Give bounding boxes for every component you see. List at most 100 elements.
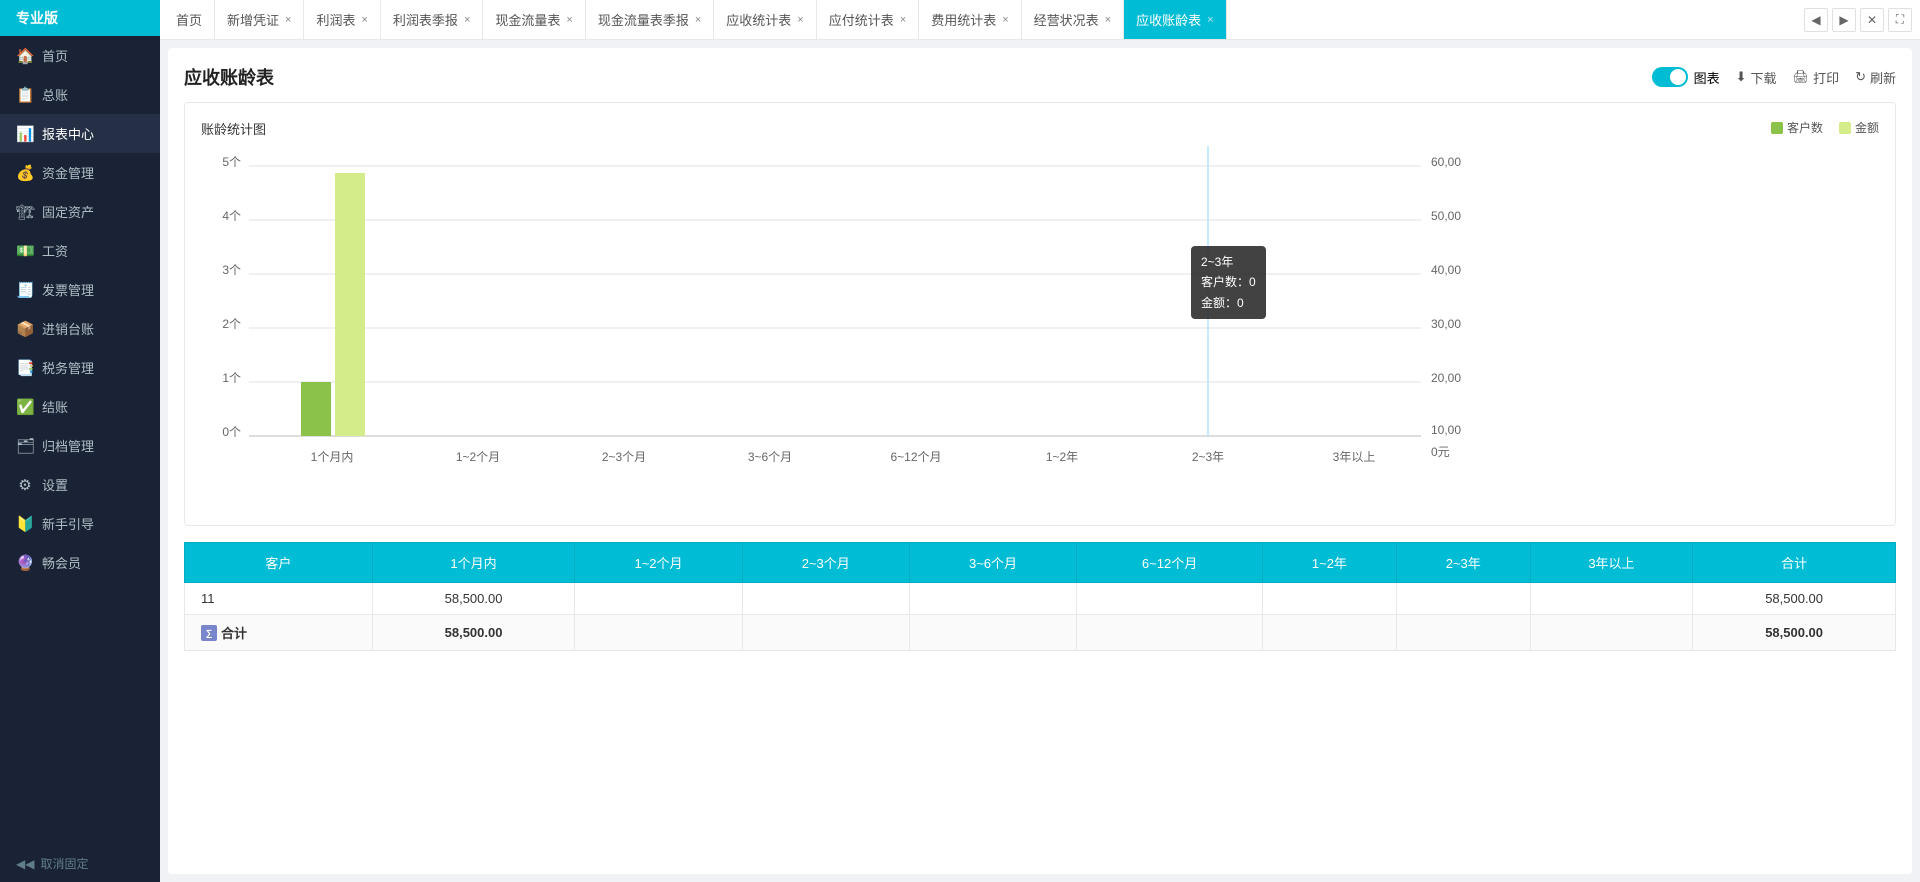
chart-toggle[interactable] [1652,67,1688,87]
tab-expand-button[interactable]: ⛶ [1888,8,1912,32]
close-tab-receivable-stat[interactable]: × [797,14,803,26]
close-tab-profit-quarter[interactable]: × [464,14,470,26]
cell-m612 [1077,583,1263,615]
salary-icon: 💵 [16,242,34,260]
sidebar-item-assets[interactable]: 🏗 固定资产 [0,192,160,231]
sidebar-item-report[interactable]: 📊 报表中心 [0,114,160,153]
tab-profit[interactable]: 利润表 × [304,0,380,40]
svg-text:1~2年: 1~2年 [1046,450,1078,464]
tab-receivable-aging[interactable]: 应收账龄表 × [1124,0,1226,40]
sidebar-item-home[interactable]: 🏠 首页 [0,36,160,75]
sidebar: 专业版 🏠 首页 📋 总账 📊 报表中心 💰 资金管理 🏗 固定资产 💵 工资 … [0,0,160,882]
fund-icon: 💰 [16,164,34,182]
sidebar-item-stock[interactable]: 📦 进销台账 [0,309,160,348]
close-tab-cashflow[interactable]: × [566,14,572,26]
tab-expense-stat[interactable]: 费用统计表 × [919,0,1021,40]
sidebar-item-settings[interactable]: ⚙ 设置 [0,465,160,504]
chart-toggle-switch[interactable]: 图表 [1652,67,1720,87]
sidebar-item-member[interactable]: 🔮 畅会员 [0,543,160,582]
guide-icon: 🔰 [16,515,34,533]
chart-title: 账龄统计图 [201,119,1879,138]
sidebar-item-archive[interactable]: 🗂 归档管理 [0,426,160,465]
tab-new-voucher[interactable]: 新增凭证 × [215,0,304,40]
tab-prev-button[interactable]: ◀ [1804,8,1828,32]
total-m23 [742,615,909,651]
svg-text:1个: 1个 [222,371,241,385]
refresh-icon: ↻ [1855,69,1866,85]
table-row: 11 58,500.00 58,500.00 [185,583,1896,615]
tab-payable-stat[interactable]: 应付统计表 × [817,0,919,40]
close-tab-cashflow-quarter[interactable]: × [695,14,701,26]
settings-icon: ⚙ [16,476,34,494]
svg-text:2个: 2个 [222,317,241,331]
table-header-row: 客户 1个月内 1~2个月 2~3个月 3~6个月 6~12个月 1~2年 2~… [185,543,1896,583]
sidebar-item-ledger[interactable]: 📋 总账 [0,75,160,114]
sidebar-item-invoice[interactable]: 🧾 发票管理 [0,270,160,309]
chart-legend: 客户数 金额 [1771,119,1879,136]
sidebar-item-label: 畅会员 [42,553,81,572]
sidebar-item-settle[interactable]: ✅ 结账 [0,387,160,426]
svg-text:60,000.00元: 60,000.00元 [1431,155,1461,169]
sidebar-item-guide[interactable]: 🔰 新手引导 [0,504,160,543]
tab-cashflow[interactable]: 现金流量表 × [483,0,585,40]
total-y12 [1263,615,1397,651]
tab-next-button[interactable]: ▶ [1832,8,1856,32]
settle-icon: ✅ [16,398,34,416]
legend-customer-label: 客户数 [1787,119,1823,136]
tab-controls: ◀ ▶ ✕ ⛶ [1800,8,1916,32]
svg-text:1个月内: 1个月内 [311,450,354,464]
close-tab-profit[interactable]: × [361,14,367,26]
close-tab-new-voucher[interactable]: × [285,14,291,26]
total-label: ∑ 合计 [201,623,362,642]
sidebar-item-tax[interactable]: 📑 税务管理 [0,348,160,387]
sidebar-item-label: 新手引导 [42,514,94,533]
svg-text:50,000.00元: 50,000.00元 [1431,209,1461,223]
sidebar-item-fund[interactable]: 💰 资金管理 [0,153,160,192]
close-tab-expense-stat[interactable]: × [1002,14,1008,26]
cell-y23 [1396,583,1530,615]
sidebar-item-label: 总账 [42,85,68,104]
sidebar-item-label: 归档管理 [42,436,94,455]
table-total-row: ∑ 合计 58,500.00 58,500.00 [185,615,1896,651]
tab-bar: 首页 新增凭证 × 利润表 × 利润表季报 × 现金流量表 × 现金流量表季报 … [160,0,1920,40]
total-label-cell: ∑ 合计 [185,615,373,651]
tab-home[interactable]: 首页 [164,0,215,40]
tab-profit-quarter[interactable]: 利润表季报 × [381,0,483,40]
legend-amount-label: 金额 [1855,119,1879,136]
chart-toggle-label: 图表 [1694,68,1720,87]
download-button[interactable]: ⬇ 下载 [1736,68,1777,87]
cell-m36 [909,583,1076,615]
cell-y12 [1263,583,1397,615]
page-title: 应收账龄表 [184,64,274,90]
bar-amount-0 [335,173,365,436]
refresh-button[interactable]: ↻ 刷新 [1855,68,1896,87]
svg-text:30,000.00元: 30,000.00元 [1431,317,1461,331]
total-text: 合计 [221,623,247,642]
data-table: 客户 1个月内 1~2个月 2~3个月 3~6个月 6~12个月 1~2年 2~… [184,542,1896,651]
total-m612 [1077,615,1263,651]
total-total: 58,500.00 [1693,615,1896,651]
unpin-icon: ◀◀ [16,857,34,871]
tab-close-all-button[interactable]: ✕ [1860,8,1884,32]
svg-text:2~3个月: 2~3个月 [602,450,646,464]
cell-customer: 11 [185,583,373,615]
unpin-button[interactable]: ◀◀ 取消固定 [0,845,160,882]
page-header: 应收账龄表 图表 ⬇ 下载 🖨 打印 ↻ 刷新 [184,64,1896,90]
svg-text:0个: 0个 [222,425,241,439]
app-logo: 专业版 [0,0,160,36]
cell-total: 58,500.00 [1693,583,1896,615]
tab-operation[interactable]: 经营状况表 × [1022,0,1124,40]
total-m12 [575,615,742,651]
tab-receivable-stat[interactable]: 应收统计表 × [714,0,816,40]
legend-amount: 金额 [1839,119,1879,136]
print-button[interactable]: 🖨 打印 [1793,68,1840,87]
col-m36: 3~6个月 [909,543,1076,583]
total-y3plus [1530,615,1693,651]
sidebar-item-label: 工资 [42,241,68,260]
close-tab-operation[interactable]: × [1105,14,1111,26]
tab-cashflow-quarter[interactable]: 现金流量表季报 × [586,0,714,40]
svg-text:3个: 3个 [222,263,241,277]
close-tab-payable-stat[interactable]: × [900,14,906,26]
sidebar-item-salary[interactable]: 💵 工资 [0,231,160,270]
close-tab-receivable-aging[interactable]: × [1207,14,1213,26]
